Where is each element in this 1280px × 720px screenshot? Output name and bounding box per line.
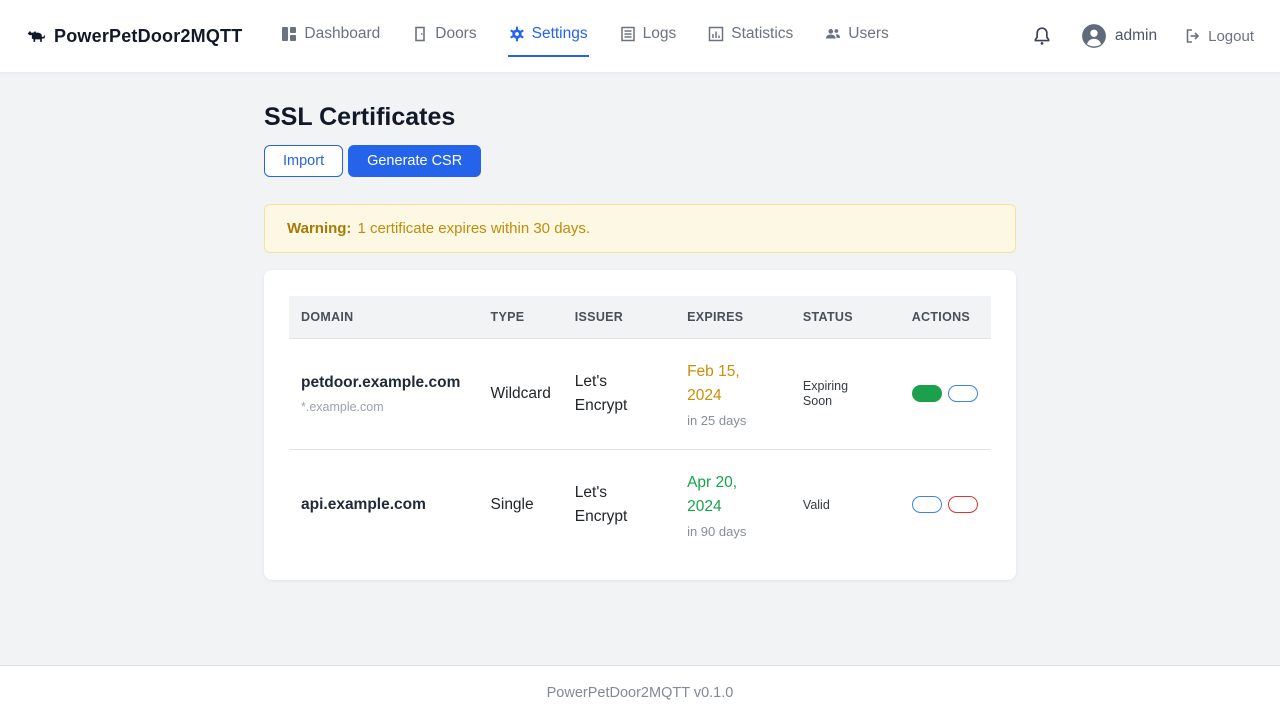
gear-icon xyxy=(509,26,524,42)
nav-label: Statistics xyxy=(731,25,794,42)
bell-icon[interactable] xyxy=(1031,24,1053,48)
logout-label: Logout xyxy=(1208,27,1254,45)
expires-relative: in 25 days xyxy=(687,413,747,429)
username: admin xyxy=(1114,27,1158,44)
action-pill-green[interactable] xyxy=(911,385,942,403)
expires-date: Feb 15, 2024 xyxy=(687,363,740,405)
bar-chart-icon xyxy=(709,26,724,42)
top-navbar: PowerPetDoor2MQTT Dashboard Doors Settin… xyxy=(0,0,1280,73)
table-row: api.example.com Single Let's Encrypt Apr… xyxy=(289,449,991,561)
logout-icon xyxy=(1186,29,1200,43)
cert-type: Wildcard xyxy=(478,337,563,450)
nav-item-logs[interactable]: Logs xyxy=(619,15,678,57)
domain-name: api.example.com xyxy=(301,496,426,514)
logs-icon xyxy=(620,26,635,42)
warning-message: 1 certificate expires within 30 days. xyxy=(357,220,591,237)
expires-date: Apr 20, 2024 xyxy=(687,474,738,516)
warning-banner: Warning: 1 certificate expires within 30 … xyxy=(264,204,1016,253)
users-icon xyxy=(826,29,841,39)
door-icon xyxy=(415,26,426,42)
nav-label: Settings xyxy=(531,25,588,42)
dog-logo-icon xyxy=(27,31,46,42)
expires-relative: in 90 days xyxy=(687,524,747,540)
page-footer: PowerPetDoor2MQTT v0.1.0 xyxy=(0,665,1280,720)
generate-csr-button[interactable]: Generate CSR xyxy=(348,145,482,177)
action-pill-red[interactable] xyxy=(948,496,979,514)
status-text: Expiring Soon xyxy=(802,378,849,408)
page-actions: Import Generate CSR xyxy=(264,145,1016,177)
page-title: SSL Certificates xyxy=(264,103,456,131)
nav-label: Doors xyxy=(435,25,477,42)
footer-version-text: PowerPetDoor2MQTT v0.1.0 xyxy=(546,685,734,701)
action-pill-blue[interactable] xyxy=(948,385,979,403)
action-pill-blue[interactable] xyxy=(911,496,942,514)
nav-right-cluster: admin Logout xyxy=(1031,23,1254,49)
nav-item-dashboard[interactable]: Dashboard xyxy=(280,15,381,57)
col-header-actions: ACTIONS xyxy=(899,296,991,339)
logout-button[interactable]: Logout xyxy=(1185,28,1254,45)
col-header-type: TYPE xyxy=(478,296,563,339)
table-row: petdoor.example.com *.example.com Wildca… xyxy=(289,337,991,450)
table-header-row: DOMAIN TYPE ISSUER EXPIRES STATUS ACTION… xyxy=(289,296,991,339)
certificates-card: DOMAIN TYPE ISSUER EXPIRES STATUS ACTION… xyxy=(264,270,1016,581)
nav-item-settings[interactable]: Settings xyxy=(507,15,589,57)
warning-label: Warning: xyxy=(287,220,352,237)
cert-issuer: Let's Encrypt xyxy=(574,484,628,526)
cert-issuer: Let's Encrypt xyxy=(574,373,628,415)
dashboard-icon xyxy=(282,27,297,41)
status-text: Valid xyxy=(802,498,830,513)
nav-item-statistics[interactable]: Statistics xyxy=(707,15,794,57)
user-menu[interactable]: admin xyxy=(1081,23,1157,49)
nav-label: Dashboard xyxy=(304,25,381,42)
main-nav: Dashboard Doors Settings Logs Statistics… xyxy=(280,15,889,57)
avatar-icon xyxy=(1081,24,1106,48)
certificates-table: DOMAIN TYPE ISSUER EXPIRES STATUS ACTION… xyxy=(289,296,991,561)
import-button[interactable]: Import xyxy=(264,145,344,177)
nav-item-users[interactable]: Users xyxy=(824,15,889,57)
col-header-issuer: ISSUER xyxy=(562,296,676,339)
nav-label: Logs xyxy=(642,25,677,42)
domain-subdomain: *.example.com xyxy=(301,400,384,415)
cert-type: Single xyxy=(478,449,563,561)
col-header-domain: DOMAIN xyxy=(289,296,479,339)
nav-item-doors[interactable]: Doors xyxy=(411,15,477,57)
col-header-expires: EXPIRES xyxy=(675,296,791,339)
app-title: PowerPetDoor2MQTT xyxy=(54,25,243,46)
col-header-status: STATUS xyxy=(790,296,900,339)
domain-name: petdoor.example.com xyxy=(301,374,461,392)
main-content: SSL Certificates Import Generate CSR War… xyxy=(0,73,1280,665)
brand: PowerPetDoor2MQTT xyxy=(26,26,242,47)
nav-label: Users xyxy=(848,25,889,42)
